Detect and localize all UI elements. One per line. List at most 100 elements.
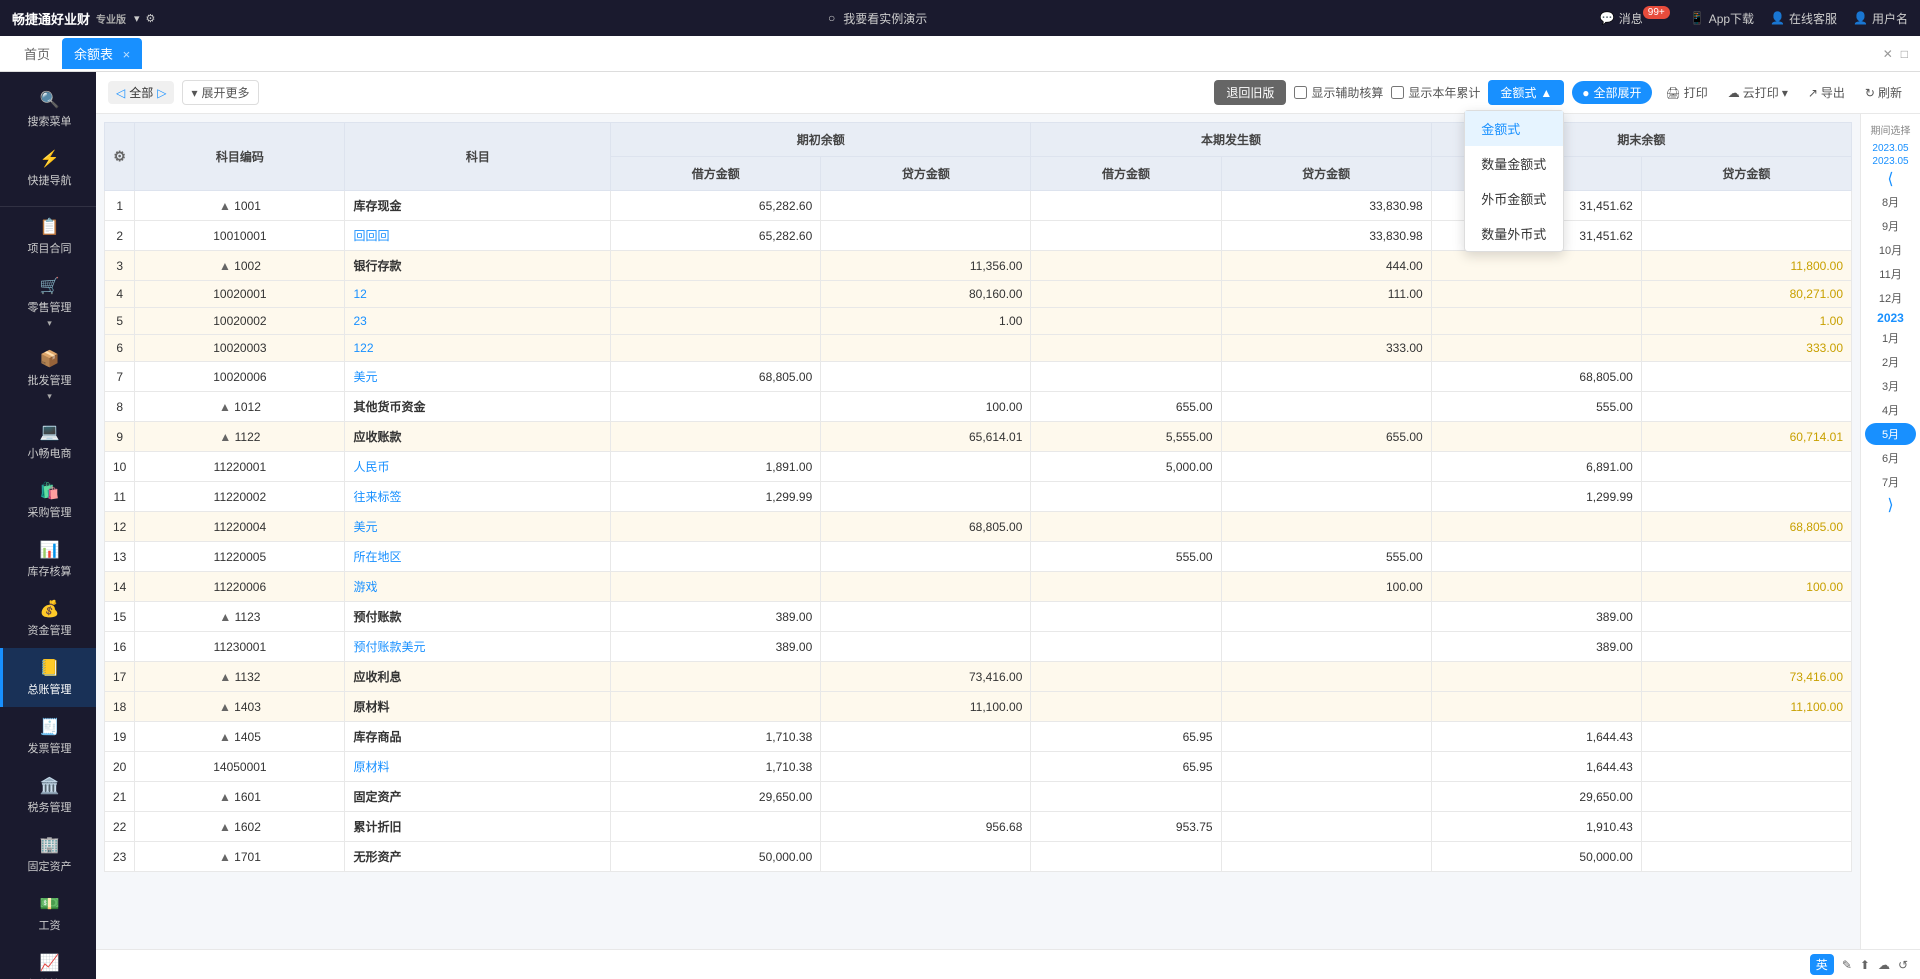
table-row[interactable]: 3 ▲ 1002 银行存款 11,356.00 444.00 11,800.00 [105, 251, 1852, 281]
sidebar-item-tax[interactable]: 🏛️ 税务管理 [0, 766, 96, 825]
refresh-btn[interactable]: ↻ 刷新 [1859, 81, 1908, 104]
table-row[interactable]: 5 10020002 23 1.00 1.00 [105, 308, 1852, 335]
month-4[interactable]: 4月 [1865, 399, 1916, 421]
dropdown-icon[interactable]: ▾ [134, 12, 140, 25]
app-download-button[interactable]: 📱 App下载 [1690, 10, 1754, 27]
expand-all-toggle[interactable]: ● 全部展开 [1572, 81, 1651, 104]
format-btn[interactable]: 金额式 ▲ [1488, 80, 1564, 105]
month-12[interactable]: 12月 [1865, 287, 1916, 309]
format-btn-label: 金额式 [1500, 84, 1536, 101]
sidebar-item-purchase[interactable]: 🛍️ 采购管理 [0, 471, 96, 530]
table-row[interactable]: 10 11220001 人民币 1,891.00 5,000.00 6,891.… [105, 452, 1852, 482]
show-year-input[interactable] [1391, 86, 1404, 99]
cell-open-credit [821, 842, 1031, 872]
print-btn[interactable]: 🖨 打印 [1660, 81, 1714, 104]
table-row[interactable]: 4 10020001 12 80,160.00 111.00 80,271.00 [105, 281, 1852, 308]
scroll-down-icon[interactable]: ⟩ [1887, 495, 1893, 515]
show-year-checkbox[interactable]: 显示本年累计 [1391, 84, 1480, 101]
sidebar-item-business[interactable]: 📈 经营管理 [0, 943, 96, 979]
lang-switch[interactable]: 英 [1810, 954, 1834, 975]
format-option-0[interactable]: 金额式 [1465, 111, 1563, 146]
scroll-up-icon[interactable]: ⟨ [1887, 169, 1893, 189]
table-row[interactable]: 11 11220002 往来标签 1,299.99 1,299.99 [105, 482, 1852, 512]
month-2[interactable]: 2月 [1865, 351, 1916, 373]
cell-closing-debit: 50,000.00 [1431, 842, 1641, 872]
sidebar-item-assets[interactable]: 🏢 固定资产 [0, 825, 96, 884]
month-1[interactable]: 1月 [1865, 327, 1916, 349]
demo-link[interactable]: 我要看实例演示 [843, 10, 927, 27]
table-row[interactable]: 15 ▲ 1123 预付账款 389.00 389.00 [105, 602, 1852, 632]
tab-close-icon[interactable]: × [123, 47, 131, 62]
table-row[interactable]: 17 ▲ 1132 应收利息 73,416.00 73,416.00 [105, 662, 1852, 692]
cell-period-credit: 655.00 [1221, 422, 1431, 452]
sidebar-item-invoice[interactable]: 🧾 发票管理 [0, 707, 96, 766]
table-row[interactable]: 23 ▲ 1701 无形资产 50,000.00 50,000.00 [105, 842, 1852, 872]
table-row[interactable]: 2 10010001 回回回 65,282.60 33,830.98 31,45… [105, 221, 1852, 251]
bottom-upload-icon[interactable]: ⬆ [1860, 958, 1870, 972]
table-row[interactable]: 21 ▲ 1601 固定资产 29,650.00 29,650.00 [105, 782, 1852, 812]
month-7[interactable]: 7月 [1865, 471, 1916, 493]
cell-period-debit: 953.75 [1031, 812, 1221, 842]
user-avatar[interactable]: 👤 用户名 [1853, 10, 1908, 27]
sidebar-item-wholesale[interactable]: 📦 批发管理 ▾ [0, 339, 96, 412]
export-btn[interactable]: ↗ 导出 [1802, 81, 1851, 104]
sidebar-item-salary[interactable]: 💵 工资 [0, 884, 96, 943]
month-5[interactable]: 5月 [1865, 423, 1916, 445]
table-row[interactable]: 16 11230001 预付账款美元 389.00 389.00 [105, 632, 1852, 662]
format-option-3[interactable]: 数量外币式 [1465, 216, 1563, 251]
tab-balance[interactable]: 余额表 × [62, 38, 142, 69]
cell-no: 19 [105, 722, 135, 752]
sidebar-search[interactable]: 🔍 搜索菜单 [4, 80, 92, 139]
table-row[interactable]: 9 ▲ 1122 应收账款 65,614.01 5,555.00 655.00 … [105, 422, 1852, 452]
show-assist-input[interactable] [1294, 86, 1307, 99]
cell-closing-debit [1431, 422, 1641, 452]
month-6[interactable]: 6月 [1865, 447, 1916, 469]
bottom-cloud-icon[interactable]: ☁ [1878, 958, 1890, 972]
forward-nav-icon[interactable]: ▷ [157, 86, 166, 100]
breadcrumb-nav[interactable]: ◁ 全部 ▷ [108, 81, 174, 104]
sidebar-item-inventory[interactable]: 📊 库存核算 [0, 530, 96, 589]
table-row[interactable]: 19 ▲ 1405 库存商品 1,710.38 65.95 1,644.43 [105, 722, 1852, 752]
settings-icon[interactable]: ⚙ [146, 12, 156, 25]
online-service-button[interactable]: 👤 在线客服 [1770, 10, 1837, 27]
bottom-edit-icon[interactable]: ✎ [1842, 958, 1852, 972]
back-old-btn[interactable]: 退回旧版 [1214, 80, 1286, 105]
cloud-print-btn[interactable]: ☁ 云打印 ▾ [1722, 81, 1794, 104]
sidebar-item-finance[interactable]: 💰 资金管理 [0, 589, 96, 648]
table-row[interactable]: 18 ▲ 1403 原材料 11,100.00 11,100.00 [105, 692, 1852, 722]
sidebar-item-project[interactable]: 📋 项目合同 [0, 207, 96, 266]
table-row[interactable]: 12 11220004 美元 68,805.00 68,805.00 [105, 512, 1852, 542]
month-9[interactable]: 9月 [1865, 215, 1916, 237]
sidebar-item-retail[interactable]: 🛒 零售管理 ▾ [0, 266, 96, 339]
table-row[interactable]: 20 14050001 原材料 1,710.38 65.95 1,644.43 [105, 752, 1852, 782]
table-row[interactable]: 6 10020003 122 333.00 333.00 [105, 335, 1852, 362]
col-settings-icon[interactable]: ⚙ [113, 148, 126, 164]
sidebar-quick-nav[interactable]: ⚡ 快捷导航 [4, 139, 92, 198]
message-button[interactable]: 💬 消息 99+ [1600, 10, 1674, 27]
tab-home[interactable]: 首页 [12, 38, 62, 69]
cell-open-debit: 65,282.60 [611, 191, 821, 221]
expand-btn[interactable]: ▾ 展开更多 [182, 80, 258, 105]
table-row[interactable]: 13 11220005 所在地区 555.00 555.00 [105, 542, 1852, 572]
table-row[interactable]: 1 ▲ 1001 库存现金 65,282.60 33,830.98 31,451… [105, 191, 1852, 221]
bottom-refresh-icon[interactable]: ↺ [1898, 958, 1908, 972]
cell-no: 23 [105, 842, 135, 872]
month-10[interactable]: 10月 [1865, 239, 1916, 261]
show-assist-checkbox[interactable]: 显示辅助核算 [1294, 84, 1383, 101]
cell-name: 其他货币资金 [345, 392, 611, 422]
table-row[interactable]: 8 ▲ 1012 其他货币资金 100.00 655.00 555.00 [105, 392, 1852, 422]
table-row[interactable]: 22 ▲ 1602 累计折旧 956.68 953.75 1,910.43 [105, 812, 1852, 842]
sidebar-item-ecommerce[interactable]: 💻 小畅电商 [0, 412, 96, 471]
month-3[interactable]: 3月 [1865, 375, 1916, 397]
sidebar-item-ledger[interactable]: 📒 总账管理 [0, 648, 96, 707]
close-window-icon[interactable]: ✕ [1883, 47, 1893, 61]
month-8[interactable]: 8月 [1865, 191, 1916, 213]
month-11[interactable]: 11月 [1865, 263, 1916, 285]
th-name: 科目 [345, 123, 611, 191]
table-row[interactable]: 7 10020006 美元 68,805.00 68,805.00 [105, 362, 1852, 392]
maximize-icon[interactable]: □ [1901, 47, 1908, 61]
cell-code: ▲ 1122 [135, 422, 345, 452]
format-option-2[interactable]: 外币金额式 [1465, 181, 1563, 216]
format-option-1[interactable]: 数量金额式 [1465, 146, 1563, 181]
table-row[interactable]: 14 11220006 游戏 100.00 100.00 [105, 572, 1852, 602]
